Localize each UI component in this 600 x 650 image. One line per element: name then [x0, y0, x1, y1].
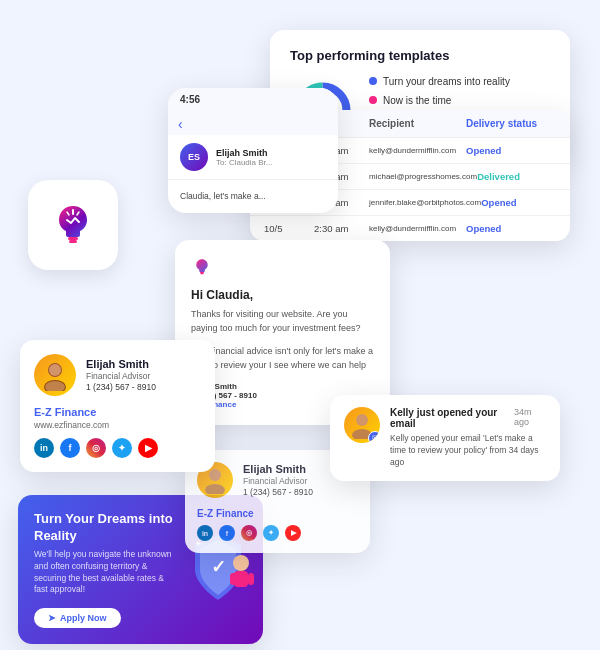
notif-avatar: ✉ [344, 407, 380, 443]
row3-status: Opened [481, 197, 570, 208]
email-from: Elijah Smith [216, 148, 326, 158]
svg-point-16 [356, 414, 368, 426]
instagram-icon[interactable]: ◎ [86, 438, 106, 458]
status-bar: 4:56 [168, 88, 338, 111]
apply-now-label: Apply Now [60, 613, 107, 623]
company-website: www.ezfinance.com [34, 420, 201, 430]
notif-time: 34m ago [514, 407, 546, 429]
person-info: Elijah Smith Financial Advisor 1 (234) 5… [86, 358, 156, 392]
mobile-email-card: 4:56 ‹ ES Elijah Smith To: Claudia Br...… [168, 88, 338, 213]
notification-content: Kelly just opened your email 34m ago Kel… [390, 407, 546, 469]
person-info-2: Elijah Smith Financial Advisor 1 (234) 5… [243, 463, 313, 497]
email-to: To: Claudia Br... [216, 158, 326, 167]
notif-title: Kelly just opened your email [390, 407, 514, 429]
notif-text: Kelly opened your email 'Let's make a ti… [390, 433, 546, 469]
linkedin-icon[interactable]: in [34, 438, 54, 458]
svg-point-26 [205, 484, 225, 494]
svg-point-25 [209, 469, 221, 481]
person-title-2: Financial Advisor [243, 476, 313, 486]
template-item-2: Now is the time [369, 94, 550, 107]
template-item-1: Turn your dreams into reality [369, 75, 550, 88]
row1-status: Opened [466, 145, 556, 156]
email-body-main: Thanks for visiting our website. Are you… [191, 308, 374, 335]
notif-header: Kelly just opened your email 34m ago [390, 407, 546, 429]
row3-recipient: jennifer.blake@orbitphotos.com [369, 198, 481, 207]
banner-subtitle: We'll help you navigate the unknown and … [34, 549, 179, 597]
table-row: 10/5 2:30 am kelly@dundermifflin.com Ope… [250, 216, 570, 241]
row4-status: Opened [466, 223, 556, 234]
apply-now-button[interactable]: ➤ Apply Now [34, 608, 121, 628]
twitter-icon[interactable]: ✦ [112, 438, 132, 458]
person-phone: 1 (234) 567 - 8910 [86, 382, 156, 392]
svg-point-14 [49, 364, 61, 376]
banner-title: Turn Your Dreams into Reality [34, 511, 179, 545]
youtube-icon[interactable]: ▶ [138, 438, 158, 458]
company-name: E-Z Finance [34, 406, 201, 418]
facebook-icon[interactable]: f [60, 438, 80, 458]
person-title: Financial Advisor [86, 371, 156, 381]
app-icon-card [28, 180, 118, 270]
email-signature-name: Elijah Smith [191, 382, 374, 391]
row4-time: 2:30 am [314, 223, 369, 234]
person-name: Elijah Smith [86, 358, 156, 370]
email-logo-icon [191, 256, 213, 278]
email-meta: Elijah Smith To: Claudia Br... [216, 148, 326, 167]
svg-rect-22 [248, 573, 254, 585]
col-recipient: Recipient [369, 118, 466, 129]
row4-recipient: kelly@dundermifflin.com [369, 224, 466, 233]
facebook-icon-2[interactable]: f [219, 525, 235, 541]
social-icons-2: in f ◎ ✦ ▶ [197, 525, 358, 541]
row2-status: Delivered [477, 171, 567, 182]
svg-rect-2 [69, 240, 77, 243]
instagram-icon-2[interactable]: ◎ [241, 525, 257, 541]
person-silhouette-icon [39, 359, 71, 391]
person-phone-2: 1 (234) 567 - 8910 [243, 487, 313, 497]
col-status: Delivery status [466, 118, 556, 129]
dot-1 [369, 77, 377, 85]
email-logo-row [191, 256, 374, 278]
back-arrow-icon[interactable]: ‹ [178, 116, 183, 132]
arrow-right-icon: ➤ [48, 613, 56, 623]
row1-recipient: kelly@dundermifflin.com [369, 146, 466, 155]
svg-rect-10 [200, 272, 204, 273]
business-card-header: Elijah Smith Financial Advisor 1 (234) 5… [34, 354, 201, 396]
svg-rect-20 [234, 571, 248, 587]
email-preview-header: ES Elijah Smith To: Claudia Br... [168, 135, 338, 180]
dot-2 [369, 96, 377, 104]
avatar: ES [180, 143, 208, 171]
email-preview-text: Claudia, let's make a... [180, 190, 326, 203]
svg-rect-1 [68, 237, 78, 240]
person-name-2: Elijah Smith [243, 463, 313, 475]
email-badge-icon: ✉ [368, 431, 380, 443]
row2-recipient: michael@progresshomes.com [369, 172, 477, 181]
mobile-time: 4:56 [180, 94, 200, 105]
svg-point-19 [233, 555, 249, 571]
company-name-2: E-Z Finance [197, 508, 358, 519]
linkedin-icon-2[interactable]: in [197, 525, 213, 541]
notification-card: ✉ Kelly just opened your email 34m ago K… [330, 395, 560, 481]
email-body: Claudia, let's make a... [168, 180, 338, 213]
business-card: Elijah Smith Financial Advisor 1 (234) 5… [20, 340, 215, 472]
email-greeting: Hi Claudia, [191, 288, 374, 302]
svg-rect-21 [230, 573, 236, 585]
person-avatar [34, 354, 76, 396]
row4-date: 10/5 [264, 223, 314, 234]
twitter-icon-2[interactable]: ✦ [263, 525, 279, 541]
templates-title: Top performing templates [290, 48, 550, 63]
svg-text:✓: ✓ [210, 557, 225, 577]
svg-rect-11 [200, 273, 203, 274]
social-icons: in f ◎ ✦ ▶ [34, 438, 201, 458]
lightbulb-icon [46, 198, 100, 252]
youtube-icon-2[interactable]: ▶ [285, 525, 301, 541]
email-body-secondary: ...ne financial advice isn't only for le… [191, 345, 374, 372]
avatar-initials: ES [188, 152, 200, 162]
